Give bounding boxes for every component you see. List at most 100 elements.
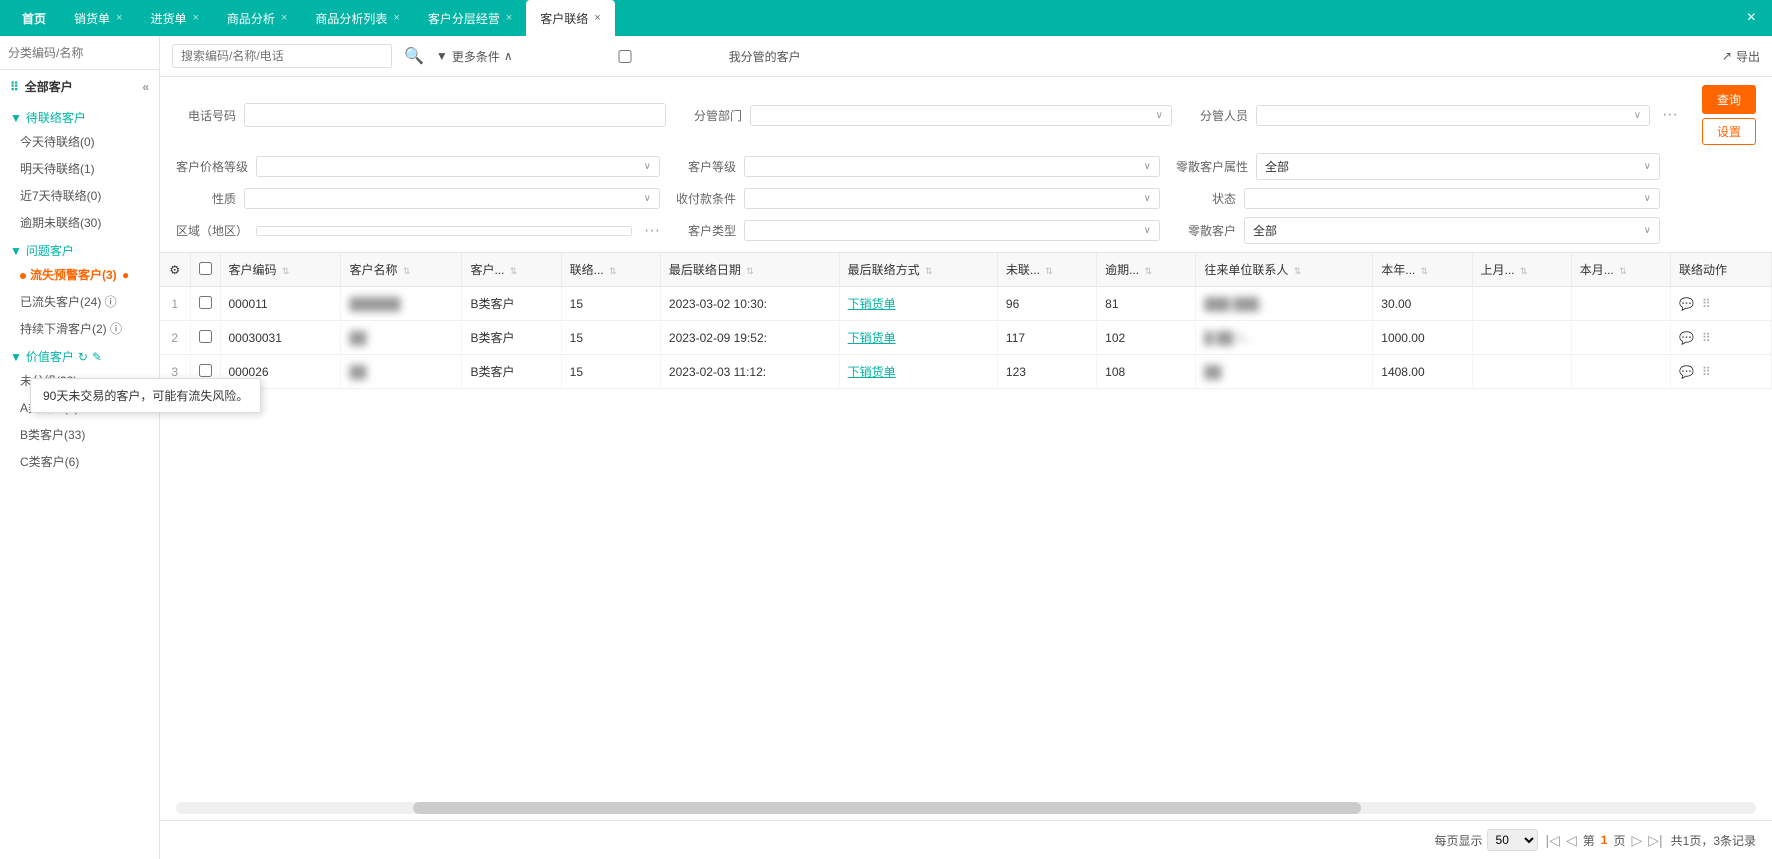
retail-customer-select[interactable]: 全部 ∨ [1244,217,1660,244]
tab-sales[interactable]: 销货单 × [60,0,136,36]
sidebar-item-today[interactable]: 今天待联络(0) [0,128,159,155]
col-last-month[interactable]: 上月... ⇅ [1472,253,1571,287]
table-row: 1 000011 ██████ B类客户 15 2023-03-02 10:30… [160,287,1772,321]
status-select[interactable]: ∨ [1244,188,1660,209]
department-select[interactable]: ∨ [750,105,1172,126]
tab-purchase[interactable]: 进货单 × [136,0,212,36]
sidebar-item-tomorrow[interactable]: 明天待联络(1) [0,155,159,182]
col-customer-code[interactable]: 客户编码 ⇅ [220,253,341,287]
col-last-contact-date[interactable]: 最后联络日期 ⇅ [660,253,839,287]
filter-nature: 性质 ∨ [176,188,660,209]
customer-type-select[interactable]: ∨ [744,220,1160,241]
top-tabbar: 首页 销货单 × 进货单 × 商品分析 × 商品分析列表 × 客户分层经营 × … [0,0,1772,36]
row-year-2: 1000.00 [1373,321,1472,355]
price-level-select[interactable]: ∨ [256,156,660,177]
sidebar-item-churn-warning[interactable]: 流失预警客户(3) ● [0,261,159,288]
row-method-3[interactable]: 下销货单 [839,355,997,389]
tab-product-analysis[interactable]: 商品分析 × [213,0,301,36]
nature-select[interactable]: ∨ [244,188,660,209]
col-overdue[interactable]: 逾期... ⇅ [1097,253,1196,287]
col-customer-type[interactable]: 客户... ⇅ [462,253,561,287]
action-icon-chat-2[interactable]: 💬 [1679,331,1694,345]
table-header-row: ⚙ 客户编码 ⇅ 客户名称 ⇅ 客户... ⇅ 联络... ⇅ 最后联络日期 ⇅… [160,253,1772,287]
col-contact[interactable]: 联络... ⇅ [561,253,660,287]
sidebar-item-declining[interactable]: 持续下滑客户(2) ⓘ [0,315,159,342]
sidebar-search-box[interactable]: 🔍 [0,36,159,70]
horizontal-scrollbar[interactable] [160,796,1772,820]
row-method-1[interactable]: 下销货单 [839,287,997,321]
customer-level-select[interactable]: ∨ [744,156,1160,177]
col-last-contact-method[interactable]: 最后联络方式 ⇅ [839,253,997,287]
my-customers-checkbox[interactable]: 我分管的客户 [525,48,801,65]
row-checkbox-1[interactable] [190,287,220,321]
col-checkbox-header[interactable] [190,253,220,287]
filter-region: 区域（地区） ··· [176,222,660,240]
row-method-2[interactable]: 下销货单 [839,321,997,355]
row-contact-1: 15 [561,287,660,321]
close-tab-customer-contact[interactable]: × [594,12,600,24]
first-page-button[interactable]: |◁ [1546,832,1560,849]
filter-bar: 🔍 ▼ 更多条件 ∧ 我分管的客户 ↗ 导出 [160,36,1772,77]
manager-more-btn[interactable]: ··· [1662,106,1678,124]
row-checkbox-2[interactable] [190,321,220,355]
close-tab-product-analysis-list[interactable]: × [393,12,399,24]
last-page-button[interactable]: ▷| [1648,832,1662,849]
filter-action-btns: 查询 设置 [1702,85,1756,145]
col-this-month[interactable]: 本月... ⇅ [1571,253,1670,287]
tab-customer-segment[interactable]: 客户分层经营 × [414,0,526,36]
select-all-checkbox[interactable] [199,262,212,275]
close-tab-sales[interactable]: × [116,12,122,24]
row-unlisted-1: 96 [997,287,1096,321]
tab-customer-contact[interactable]: 客户联络 × [526,0,614,36]
query-button[interactable]: 查询 [1702,85,1756,114]
region-select[interactable] [256,226,632,236]
row-code-2: 00030031 [220,321,341,355]
export-button[interactable]: ↗ 导出 [1722,48,1760,65]
retail-attr-select[interactable]: 全部 ∨ [1256,153,1660,180]
col-contact-person[interactable]: 往来单位联系人 ⇅ [1196,253,1373,287]
col-customer-name[interactable]: 客户名称 ⇅ [341,253,462,287]
settings-button[interactable]: 设置 [1702,118,1756,145]
sidebar-item-class-b[interactable]: B类客户(33) [0,421,159,448]
tab-home[interactable]: 首页 [8,0,60,36]
region-more-btn[interactable]: ··· [644,222,660,240]
action-icon-chat-3[interactable]: 💬 [1679,365,1694,379]
sidebar-item-churned[interactable]: 已流失客户(24) ⓘ [0,288,159,315]
row-contact-2: 15 [561,321,660,355]
sidebar-item-overdue-contact[interactable]: 逾期未联络(30) [0,209,159,236]
col-settings[interactable]: ⚙ [160,253,190,287]
payment-select[interactable]: ∨ [744,188,1160,209]
sidebar-search-input[interactable] [8,46,160,60]
next-page-button[interactable]: ▷ [1631,832,1642,849]
sidebar-group-problem[interactable]: ▼ 问题客户 [0,236,159,261]
search-input[interactable] [172,44,392,68]
action-icon-more-1[interactable]: ⠿ [1702,297,1711,311]
my-customers-check[interactable] [525,50,725,63]
edit-icon[interactable]: ✎ [92,350,102,364]
sidebar-item-class-c[interactable]: C类客户(6) [0,448,159,475]
refresh-icon[interactable]: ↻ [78,350,88,364]
more-conditions-button[interactable]: ▼ 更多条件 ∧ [436,48,513,65]
close-tab-customer-segment[interactable]: × [506,12,512,24]
window-close-button[interactable]: × [1739,9,1764,27]
prev-page-button[interactable]: ◁ [1566,832,1577,849]
col-unlisted[interactable]: 未联... ⇅ [997,253,1096,287]
action-icon-more-2[interactable]: ⠿ [1702,331,1711,345]
close-tab-purchase[interactable]: × [192,12,198,24]
row-code-1: 000011 [220,287,341,321]
tab-product-analysis-list[interactable]: 商品分析列表 × [301,0,413,36]
close-tab-product-analysis[interactable]: × [281,12,287,24]
advanced-filter-panel: 电话号码 分管部门 ∨ 分管人员 ∨ ··· [160,77,1772,253]
sidebar-group-value[interactable]: ▼ 价值客户 ↻ ✎ [0,342,159,367]
search-button[interactable]: 🔍 [404,46,424,66]
filter-row-3: 性质 ∨ 收付款条件 ∨ 状态 [176,188,1756,209]
manager-select[interactable]: ∨ [1256,105,1650,126]
col-this-year[interactable]: 本年... ⇅ [1373,253,1472,287]
sidebar-group-pending[interactable]: ▼ 待联络客户 [0,103,159,128]
action-icon-more-3[interactable]: ⠿ [1702,365,1711,379]
sidebar-item-7days[interactable]: 近7天待联络(0) [0,182,159,209]
per-page-select[interactable]: 50 100 [1487,829,1538,851]
sidebar-all-customers[interactable]: ⠿ 全部客户 « [0,70,159,103]
action-icon-chat-1[interactable]: 💬 [1679,297,1694,311]
phone-input[interactable] [244,103,666,127]
